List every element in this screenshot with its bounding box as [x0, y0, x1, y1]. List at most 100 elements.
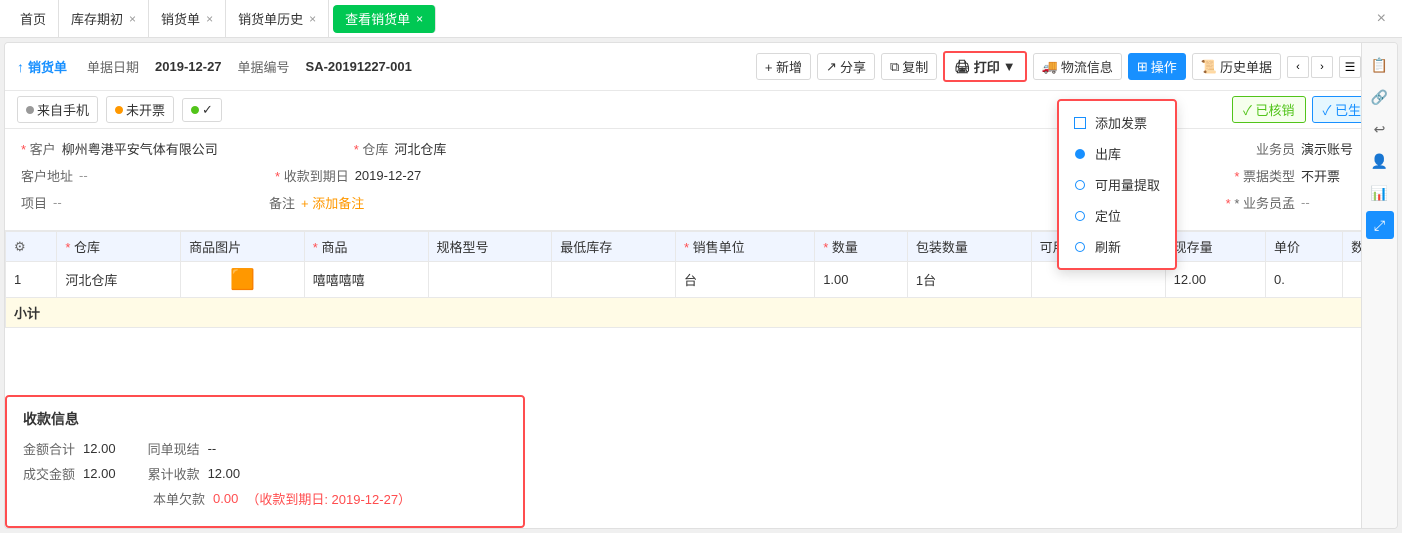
balance-field: 本单欠款 0.00 （收款到期日: 2019-12-27）: [153, 489, 411, 508]
subtotal-label: 小计: [6, 298, 1397, 328]
copy-icon: ⧉: [890, 59, 899, 75]
copy-button[interactable]: ⧉ 复制: [881, 53, 937, 80]
tab-inventory-close[interactable]: ×: [129, 12, 136, 26]
tab-home-label: 首页: [20, 9, 46, 28]
table-row: 1 河北仓库 🟧 嘻嘻嘻嘻 台 1.00 1台 12.00 0.: [6, 262, 1397, 298]
sidebar-icon-expand[interactable]: ⤢: [1366, 211, 1394, 239]
col-quantity: 数量: [815, 232, 908, 262]
cumulative-field: 累计收款 12.00: [148, 464, 241, 483]
sidebar-icon-chart[interactable]: 📊: [1366, 179, 1394, 207]
col-settings[interactable]: ⚙: [6, 232, 57, 262]
window-close[interactable]: ×: [1369, 10, 1394, 28]
history-button[interactable]: 📜 历史单据: [1192, 53, 1281, 80]
doc-type-label: 销货单: [28, 57, 67, 76]
phone-dot: [26, 106, 34, 114]
main-content: ↑ 销货单 单据日期 2019-12-27 单据编号 SA-20191227-0…: [4, 42, 1398, 529]
cumulative-label: 累计收款: [148, 464, 200, 483]
share-button[interactable]: ↗ 分享: [817, 53, 875, 80]
col-unit-price: 单价: [1266, 232, 1343, 262]
tab-sales-history[interactable]: 销货单历史 ×: [226, 0, 329, 38]
print-arrow: ▼: [1003, 59, 1016, 74]
dropdown-refresh[interactable]: 刷新: [1059, 231, 1175, 262]
toolbar-right: + 新增 ↗ 分享 ⧉ 复制 🖨 打印 ▼: [756, 51, 1385, 82]
note-label: 备注: [269, 193, 295, 212]
operate-dropdown: 添加发票 出库 可用量提取 定位 刷新: [1057, 99, 1177, 270]
form-row-1: 客户 柳州粤港平安气体有限公司 仓库 河北仓库 业务员 演示账号: [21, 139, 1381, 158]
col-unit: 销售单位: [675, 232, 814, 262]
not-open-button[interactable]: 未开票: [106, 96, 174, 123]
logistics-label: 物流信息: [1061, 57, 1113, 76]
document-type: ↑ 销货单: [17, 57, 67, 76]
row-index: 1: [6, 262, 57, 298]
open-dot: [115, 106, 123, 114]
payment-date-value: 2019-12-27: [355, 168, 435, 183]
same-order-field: 同单现结 --: [148, 439, 217, 458]
date-label: 单据日期: [87, 57, 139, 76]
warehouse-label: 仓库: [354, 139, 389, 158]
deal-amount-value: 12.00: [83, 466, 116, 481]
row-min-stock: [552, 262, 676, 298]
not-open-label: 未开票: [126, 100, 165, 119]
settings-icon: ⚙: [14, 239, 26, 254]
ticket-field: 票据类型 不开票: [1234, 166, 1381, 185]
dropdown-ship-out[interactable]: 出库: [1059, 138, 1175, 169]
logistics-button[interactable]: 🚚 物流信息: [1033, 53, 1122, 80]
nav-prev[interactable]: ‹: [1287, 56, 1309, 78]
product-image-icon: 🟧: [230, 269, 255, 291]
tab-bar: 首页 库存期初 × 销货单 × 销货单历史 × 查看销货单 × ×: [0, 0, 1402, 38]
table-section: ⚙ 仓库 商品图片 商品 规格型号 最低库存 销售单位 数量 包装数量 可用量 …: [5, 230, 1397, 328]
col-warehouse: 仓库: [57, 232, 181, 262]
new-button[interactable]: + 新增: [756, 53, 811, 80]
from-phone-label: 来自手机: [37, 100, 89, 119]
nav-next[interactable]: ›: [1311, 56, 1333, 78]
address-field: 客户地址 --: [21, 166, 159, 185]
cumulative-value: 12.00: [208, 466, 241, 481]
add-note-button[interactable]: + 添加备注: [301, 193, 364, 212]
print-button[interactable]: 🖨 打印 ▼: [946, 54, 1023, 79]
tab-sales[interactable]: 销货单 ×: [149, 0, 226, 38]
ship-out-label: 出库: [1095, 144, 1121, 163]
project-field: 项目 --: [21, 193, 133, 212]
tab-sales-close[interactable]: ×: [206, 12, 213, 26]
tab-inventory-label: 库存期初: [71, 9, 123, 28]
sidebar-icon-link[interactable]: 🔗: [1366, 83, 1394, 111]
col-image: 商品图片: [181, 232, 305, 262]
from-phone-button[interactable]: 来自手机: [17, 96, 98, 123]
tab-sales-history-close[interactable]: ×: [309, 12, 316, 26]
locate-icon: [1073, 209, 1087, 223]
row-image: 🟧: [181, 262, 305, 298]
dropdown-locate[interactable]: 定位: [1059, 200, 1175, 231]
tab-home[interactable]: 首页: [8, 0, 59, 38]
row-warehouse: 河北仓库: [57, 262, 181, 298]
add-note-label: + 添加备注: [301, 193, 364, 212]
sidebar-icon-user[interactable]: 👤: [1366, 147, 1394, 175]
number-label: 单据编号: [238, 57, 290, 76]
payment-date-field: 收款到期日 2019-12-27: [275, 166, 435, 185]
logistics-icon: 🚚: [1042, 59, 1058, 75]
view-list[interactable]: ☰: [1339, 56, 1361, 78]
add-invoice-label: 添加发票: [1095, 113, 1147, 132]
locate-label: 定位: [1095, 206, 1121, 225]
voided-button[interactable]: ✓ 已核销: [1232, 96, 1306, 123]
sidebar-icon-back[interactable]: ↩: [1366, 115, 1394, 143]
tab-view-sales[interactable]: 查看销货单 ×: [333, 5, 436, 33]
col-product: 商品: [304, 232, 428, 262]
check-button[interactable]: ✓: [182, 98, 222, 122]
sidebar-icon-doc[interactable]: 📋: [1366, 51, 1394, 79]
tab-sales-history-label: 销货单历史: [238, 9, 303, 28]
customer-value: 柳州粤港平安气体有限公司: [62, 139, 218, 158]
share-label: 分享: [840, 57, 866, 76]
row-quantity: 1.00: [815, 262, 908, 298]
tab-inventory[interactable]: 库存期初 ×: [59, 0, 149, 38]
print-highlight-box: 🖨 打印 ▼: [943, 51, 1026, 82]
form-row-2: 客户地址 -- 收款到期日 2019-12-27 票据类型 不开票: [21, 166, 1381, 185]
doc-type-icon: ↑: [17, 59, 24, 75]
dropdown-add-invoice[interactable]: 添加发票: [1059, 107, 1175, 138]
warehouse-field: 仓库 河北仓库: [354, 139, 475, 158]
ship-out-icon: [1073, 147, 1087, 161]
dropdown-available-qty[interactable]: 可用量提取: [1059, 169, 1175, 200]
payment-date-label: 收款到期日: [275, 166, 349, 185]
project-value: --: [53, 195, 133, 210]
tab-view-sales-close[interactable]: ×: [416, 12, 423, 26]
operate-button[interactable]: ⊞ 操作: [1128, 53, 1186, 80]
